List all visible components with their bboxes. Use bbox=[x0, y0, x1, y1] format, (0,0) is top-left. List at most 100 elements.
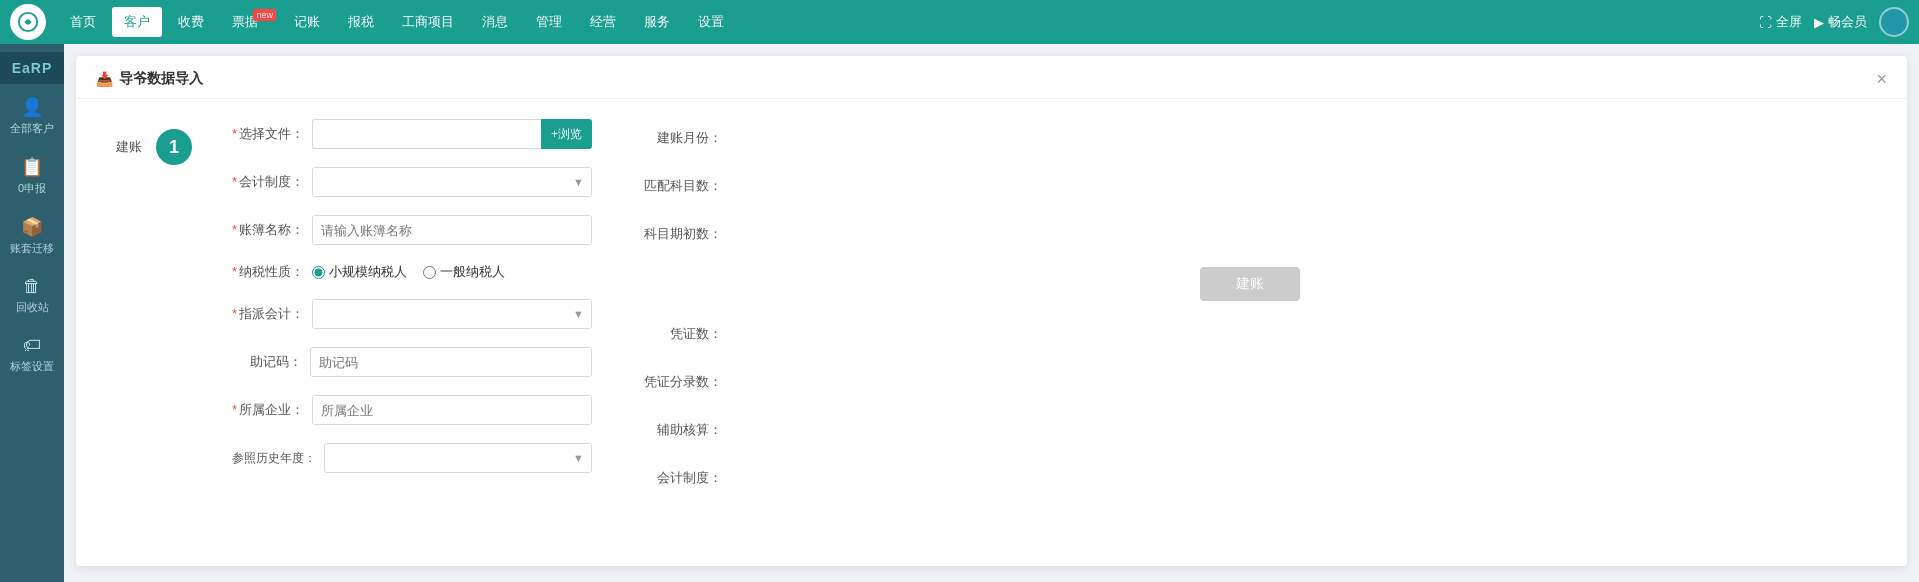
sidebar-item-tag-settings[interactable]: 🏷 标签设置 bbox=[0, 327, 64, 382]
file-select-row: *选择文件： +浏览 bbox=[232, 119, 592, 149]
history-year-label: 参照历史年度： bbox=[232, 450, 316, 467]
sidebar-logo: EaRP bbox=[0, 52, 64, 84]
nav-item-bookkeeping[interactable]: 记账 bbox=[282, 7, 332, 37]
nav-right: ⛶ 全屏 ▶ 畅会员 bbox=[1759, 7, 1909, 37]
tax-nature-radio-group: 小规模纳税人 一般纳税人 bbox=[312, 263, 505, 281]
member-btn[interactable]: ▶ 畅会员 bbox=[1814, 13, 1867, 31]
ledger-name-label: *账簿名称： bbox=[232, 221, 304, 239]
form-section: *选择文件： +浏览 *会计制度： bbox=[232, 119, 592, 511]
voucher-label: 凭证数： bbox=[632, 325, 722, 343]
nav-item-business[interactable]: 工商项目 bbox=[390, 7, 466, 37]
nav-items: 首页 客户 收费 票据 new 记账 报税 工商项目 消息 管理 经营 服务 设… bbox=[58, 7, 1759, 37]
browse-button[interactable]: +浏览 bbox=[541, 119, 592, 149]
migration-icon: 📦 bbox=[21, 216, 43, 238]
close-button[interactable]: × bbox=[1876, 70, 1887, 88]
build-btn-row: 建账 bbox=[632, 267, 1867, 301]
member-icon: ▶ bbox=[1814, 15, 1824, 30]
history-year-row: 参照历史年度： ▼ bbox=[232, 443, 592, 473]
ledger-name-input[interactable] bbox=[312, 215, 592, 245]
nav-item-operations[interactable]: 经营 bbox=[578, 7, 628, 37]
tax-small-radio-label[interactable]: 小规模纳税人 bbox=[312, 263, 407, 281]
file-input-group: +浏览 bbox=[312, 119, 592, 149]
subject-init-label: 科目期初数： bbox=[632, 225, 722, 243]
tax-nature-label: *纳税性质： bbox=[232, 263, 304, 281]
sidebar-item-zero-declaration[interactable]: 📋 0申报 bbox=[0, 148, 64, 204]
voucher-value bbox=[730, 319, 1867, 349]
sidebar-item-account-migration[interactable]: 📦 账套迁移 bbox=[0, 208, 64, 264]
history-year-select[interactable] bbox=[324, 443, 592, 473]
memo-input[interactable] bbox=[310, 347, 592, 377]
match-subject-row: 匹配科目数： bbox=[632, 171, 1867, 201]
avatar[interactable] bbox=[1879, 7, 1909, 37]
ledger-name-row: *账簿名称： bbox=[232, 215, 592, 245]
tax-general-radio-label[interactable]: 一般纳税人 bbox=[423, 263, 505, 281]
assign-accountant-label: *指派会计： bbox=[232, 305, 304, 323]
dialog-title: 📥 导爷数据导入 bbox=[96, 70, 203, 88]
accounting-system-select-wrapper: ▼ bbox=[312, 167, 592, 197]
build-account-button[interactable]: 建账 bbox=[1200, 267, 1300, 301]
info-accounting-system-value bbox=[730, 463, 1867, 493]
accounting-system-label: *会计制度： bbox=[232, 173, 304, 191]
accounting-system-select[interactable] bbox=[312, 167, 592, 197]
month-value bbox=[730, 123, 1867, 153]
nav-item-messages[interactable]: 消息 bbox=[470, 7, 520, 37]
sidebar: EaRP 👤 全部客户 📋 0申报 📦 账套迁移 🗑 回收站 🏷 标签设置 bbox=[0, 44, 64, 582]
nav-item-tax[interactable]: 报税 bbox=[336, 7, 386, 37]
declaration-icon: 📋 bbox=[21, 156, 43, 178]
subject-init-value bbox=[730, 219, 1867, 249]
nav-item-settings[interactable]: 设置 bbox=[686, 7, 736, 37]
company-input[interactable] bbox=[312, 395, 592, 425]
nav-item-fees[interactable]: 收费 bbox=[166, 7, 216, 37]
month-label: 建账月份： bbox=[632, 129, 722, 147]
step-section: 建账 1 bbox=[116, 119, 192, 511]
top-navigation: 首页 客户 收费 票据 new 记账 报税 工商项目 消息 管理 经营 服务 设… bbox=[0, 0, 1919, 44]
nav-item-manage[interactable]: 管理 bbox=[524, 7, 574, 37]
company-row: *所属企业： bbox=[232, 395, 592, 425]
subject-init-row: 科目期初数： bbox=[632, 219, 1867, 249]
memo-label: 助记码： bbox=[232, 353, 302, 371]
company-label: *所属企业： bbox=[232, 401, 304, 419]
app-logo bbox=[10, 4, 46, 40]
recycle-icon: 🗑 bbox=[23, 276, 41, 297]
info-accounting-system-label: 会计制度： bbox=[632, 469, 722, 487]
nav-item-clients[interactable]: 客户 bbox=[112, 7, 162, 37]
tax-nature-row: *纳税性质： 小规模纳税人 一般纳税人 bbox=[232, 263, 592, 281]
import-icon: 📥 bbox=[96, 71, 113, 87]
memo-row: 助记码： bbox=[232, 347, 592, 377]
assign-accountant-select-wrapper: ▼ bbox=[312, 299, 592, 329]
info-section: 建账月份： 匹配科目数： 科目期初数： 建账 bbox=[632, 119, 1867, 511]
main-content: 📥 导爷数据导入 × 建账 1 bbox=[64, 44, 1919, 582]
aux-calc-label: 辅助核算： bbox=[632, 421, 722, 439]
file-path-input[interactable] bbox=[312, 119, 541, 149]
nav-item-home[interactable]: 首页 bbox=[58, 7, 108, 37]
aux-calc-row: 辅助核算： bbox=[632, 415, 1867, 445]
match-subject-label: 匹配科目数： bbox=[632, 177, 722, 195]
month-row: 建账月份： bbox=[632, 123, 1867, 153]
tax-general-radio[interactable] bbox=[423, 266, 436, 279]
info-accounting-system-row: 会计制度： bbox=[632, 463, 1867, 493]
sidebar-item-all-clients[interactable]: 👤 全部客户 bbox=[0, 88, 64, 144]
nav-item-services[interactable]: 服务 bbox=[632, 7, 682, 37]
history-year-select-wrapper: ▼ bbox=[324, 443, 592, 473]
file-label: *选择文件： bbox=[232, 125, 304, 143]
new-badge: new bbox=[253, 9, 276, 21]
voucher-row: 凭证数： bbox=[632, 319, 1867, 349]
clients-icon: 👤 bbox=[21, 96, 43, 118]
nav-item-invoices[interactable]: 票据 new bbox=[220, 7, 278, 37]
dialog-panel: 📥 导爷数据导入 × 建账 1 bbox=[76, 56, 1907, 566]
tax-small-radio[interactable] bbox=[312, 266, 325, 279]
voucher-records-value bbox=[730, 367, 1867, 397]
tag-icon: 🏷 bbox=[23, 335, 41, 356]
fullscreen-icon: ⛶ bbox=[1759, 15, 1772, 30]
assign-accountant-select[interactable] bbox=[312, 299, 592, 329]
voucher-records-label: 凭证分录数： bbox=[632, 373, 722, 391]
fullscreen-btn[interactable]: ⛶ 全屏 bbox=[1759, 13, 1802, 31]
voucher-records-row: 凭证分录数： bbox=[632, 367, 1867, 397]
accounting-system-row: *会计制度： ▼ bbox=[232, 167, 592, 197]
step-circle: 1 bbox=[156, 129, 192, 165]
main-layout: EaRP 👤 全部客户 📋 0申报 📦 账套迁移 🗑 回收站 🏷 标签设置 bbox=[0, 44, 1919, 582]
step-row: 建账 1 bbox=[116, 129, 192, 165]
sidebar-item-recycle[interactable]: 🗑 回收站 bbox=[0, 268, 64, 323]
dialog-body: 建账 1 *选择文件： +浏览 bbox=[76, 99, 1907, 531]
dialog-header: 📥 导爷数据导入 × bbox=[76, 56, 1907, 99]
